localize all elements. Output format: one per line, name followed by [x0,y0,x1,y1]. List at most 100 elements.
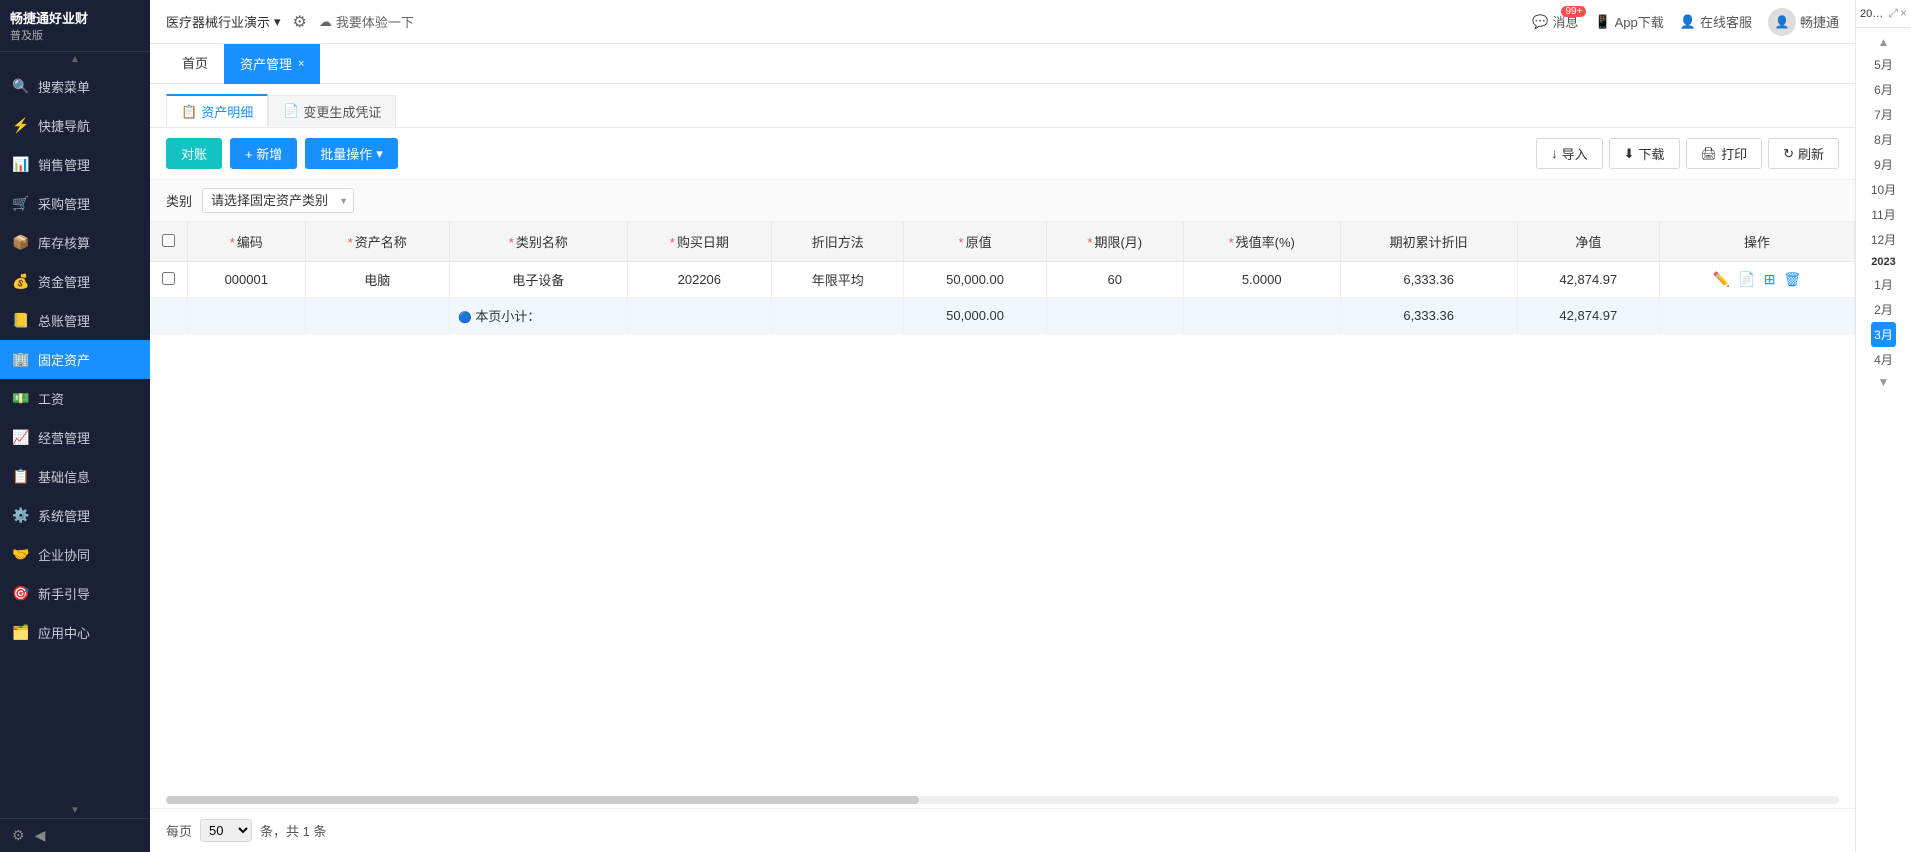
subtotal-empty-8 [1660,298,1855,334]
right-panel-year: 2023.03 [1860,8,1888,20]
month-prev-12月[interactable]: 12月 [1871,227,1896,252]
row-original-value-0: 50,000.00 [904,262,1046,298]
per-page-select[interactable]: 50 100 200 [200,819,252,842]
sidebar-icon-basicinfo: 📋 [12,468,30,486]
month-prev-7月[interactable]: 7月 [1871,102,1896,127]
topbar-settings-icon[interactable]: ⚙ [293,12,307,32]
right-panel-nav: ▲ 5月6月7月8月9月10月11月12月20231月2月3月4月 ▼ [1856,28,1911,392]
settings-icon[interactable]: ⚙ [12,827,25,844]
sidebar-item-search[interactable]: 🔍搜索菜单 [0,67,150,106]
content-area: 📋 资产明细 📄 变更生成凭证 对账 + 新增 批量操作 ▾ ↓ [150,84,1855,852]
row-code-0: 000001 [188,262,306,298]
sidebar-scroll-down[interactable]: ▼ [0,803,150,818]
sidebar-icon-sales: 📊 [12,156,30,174]
right-panel-header: 2023.03 ⤢ × [1856,0,1911,28]
refresh-button[interactable]: ↻ 刷新 [1768,138,1839,169]
month-curr-2月[interactable]: 2月 [1871,297,1896,322]
sidebar-item-quicknav[interactable]: ⚡快捷导航 [0,106,150,145]
month-prev-5月[interactable]: 5月 [1871,52,1896,77]
download-button[interactable]: ⬇ 下载 [1609,138,1680,169]
th-initial-accumulated: 期初累计折旧 [1340,222,1517,262]
th-category: *类别名称 [450,222,628,262]
total-label: 条，共 1 条 [260,821,326,840]
month-curr-3月[interactable]: 3月 [1871,322,1896,347]
download-label: 下载 [1639,144,1665,163]
main-area: 医疗器械行业演示 ▾ ⚙ ☁ 我要体验一下 💬 消息 99+ 📱 App下载 👤… [150,0,1855,852]
sidebar-item-fixedassets[interactable]: 🏢 固定资产 [0,340,150,379]
sidebar-item-enterprise[interactable]: 🤝企业协同 [0,535,150,574]
sidebar-label-fixedassets: 固定资产 [38,350,90,369]
sidebar-item-operations[interactable]: 📈经营管理 [0,418,150,457]
month-prev-6月[interactable]: 6月 [1871,77,1896,102]
scroll-track [166,796,1839,804]
copy-icon-0[interactable]: 📄 [1738,271,1755,288]
sidebar-label-funds: 资金管理 [38,272,90,291]
subtotal-empty-6 [1046,298,1183,334]
sidebar-item-guide[interactable]: 🎯新手引导 [0,574,150,613]
sidebar-item-sales[interactable]: 📊销售管理 [0,145,150,184]
import-button[interactable]: ↓ 导入 [1536,138,1603,169]
edit-icon-0[interactable]: ✏️ [1713,271,1730,288]
collapse-icon[interactable]: ◀ [35,827,46,844]
tab-home[interactable]: 首页 [166,44,224,84]
month-curr-1月[interactable]: 1月 [1871,272,1896,297]
nav-down-arrow[interactable]: ▼ [1875,372,1893,392]
messages-btn[interactable]: 💬 消息 99+ [1532,12,1578,31]
reconcile-button[interactable]: 对账 [166,138,222,169]
sidebar-item-wages[interactable]: 💵工资 [0,379,150,418]
sidebar-item-appcenter[interactable]: 🗂️应用中心 [0,613,150,652]
right-panel-close-icon[interactable]: × [1900,6,1907,21]
right-panel: 2023.03 ⤢ × ▲ 5月6月7月8月9月10月11月12月20231月2… [1855,0,1911,852]
horizontal-scrollbar[interactable] [150,792,1855,808]
subtab-asset-detail[interactable]: 📋 资产明细 [166,94,268,127]
new-button[interactable]: + 新增 [230,138,297,169]
sidebar-label-operations: 经营管理 [38,428,90,447]
more-icon-0[interactable]: ⊞ [1764,271,1776,288]
app-download-label: App下载 [1615,12,1664,31]
sidebar-nav: 🔍搜索菜单⚡快捷导航📊销售管理🛒采购管理📦库存核算💰资金管理📒总账管理 🏢 固定资产… [0,67,150,803]
print-button[interactable]: 🖨 打印 [1686,138,1763,169]
online-service-btn[interactable]: 👤 在线客服 [1680,12,1752,31]
subtotal-empty-3 [305,298,449,334]
sidebar-item-basicinfo[interactable]: 📋基础信息 [0,457,150,496]
category-select[interactable]: 请选择固定资产类别 电子设备 机械设备 办公设备 运输设备 [202,188,354,213]
month-prev-10月[interactable]: 10月 [1871,177,1896,202]
row-checkbox-0[interactable] [162,272,175,285]
sidebar-item-system[interactable]: ⚙️系统管理 [0,496,150,535]
tab-close-icon[interactable]: × [298,58,304,70]
user-menu[interactable]: 👤 畅捷通 [1768,8,1839,36]
sidebar-label-appcenter: 应用中心 [38,623,90,642]
subtotal-empty-1 [150,298,188,334]
app-download-btn[interactable]: 📱 App下载 [1594,12,1663,31]
sidebar-scroll-up[interactable]: ▲ [0,52,150,67]
sidebar-item-purchase[interactable]: 🛒采购管理 [0,184,150,223]
tab-home-label: 首页 [182,53,208,72]
right-panel-expand-icon[interactable]: ⤢ [1888,6,1898,21]
nav-up-arrow[interactable]: ▲ [1875,32,1893,52]
month-curr-4月[interactable]: 4月 [1871,347,1896,372]
company-dropdown-icon: ▾ [274,14,281,30]
th-operations: 操作 [1660,222,1855,262]
subtab-voucher-icon: 📄 [283,103,299,119]
sidebar-icon-wages: 💵 [12,390,30,408]
sidebar-icon-quicknav: ⚡ [12,117,30,135]
subtab-change-voucher[interactable]: 📄 变更生成凭证 [268,95,396,127]
sidebar-item-funds[interactable]: 💰资金管理 [0,262,150,301]
th-original-value: *原值 [904,222,1046,262]
tab-asset-management[interactable]: 资产管理 × [224,44,320,84]
experience-btn[interactable]: ☁ 我要体验一下 [319,12,414,31]
month-prev-8月[interactable]: 8月 [1871,127,1896,152]
month-prev-9月[interactable]: 9月 [1871,152,1896,177]
sidebar-item-inventory[interactable]: 📦库存核算 [0,223,150,262]
app-version: 普及版 [10,27,43,43]
app-download-icon: 📱 [1594,14,1610,30]
row-initial-accumulated-0: 6,333.36 [1340,262,1517,298]
month-prev-11月[interactable]: 11月 [1871,202,1896,227]
service-icon: 👤 [1680,14,1696,30]
company-selector[interactable]: 医疗器械行业演示 ▾ [166,12,281,31]
sidebar-item-ledger[interactable]: 📒总账管理 [0,301,150,340]
batch-ops-button[interactable]: 批量操作 ▾ [305,138,398,169]
sidebar-icon-fixedassets: 🏢 [12,351,30,369]
select-all-checkbox[interactable] [162,234,175,247]
delete-icon-0[interactable]: 🗑 [1783,271,1801,288]
